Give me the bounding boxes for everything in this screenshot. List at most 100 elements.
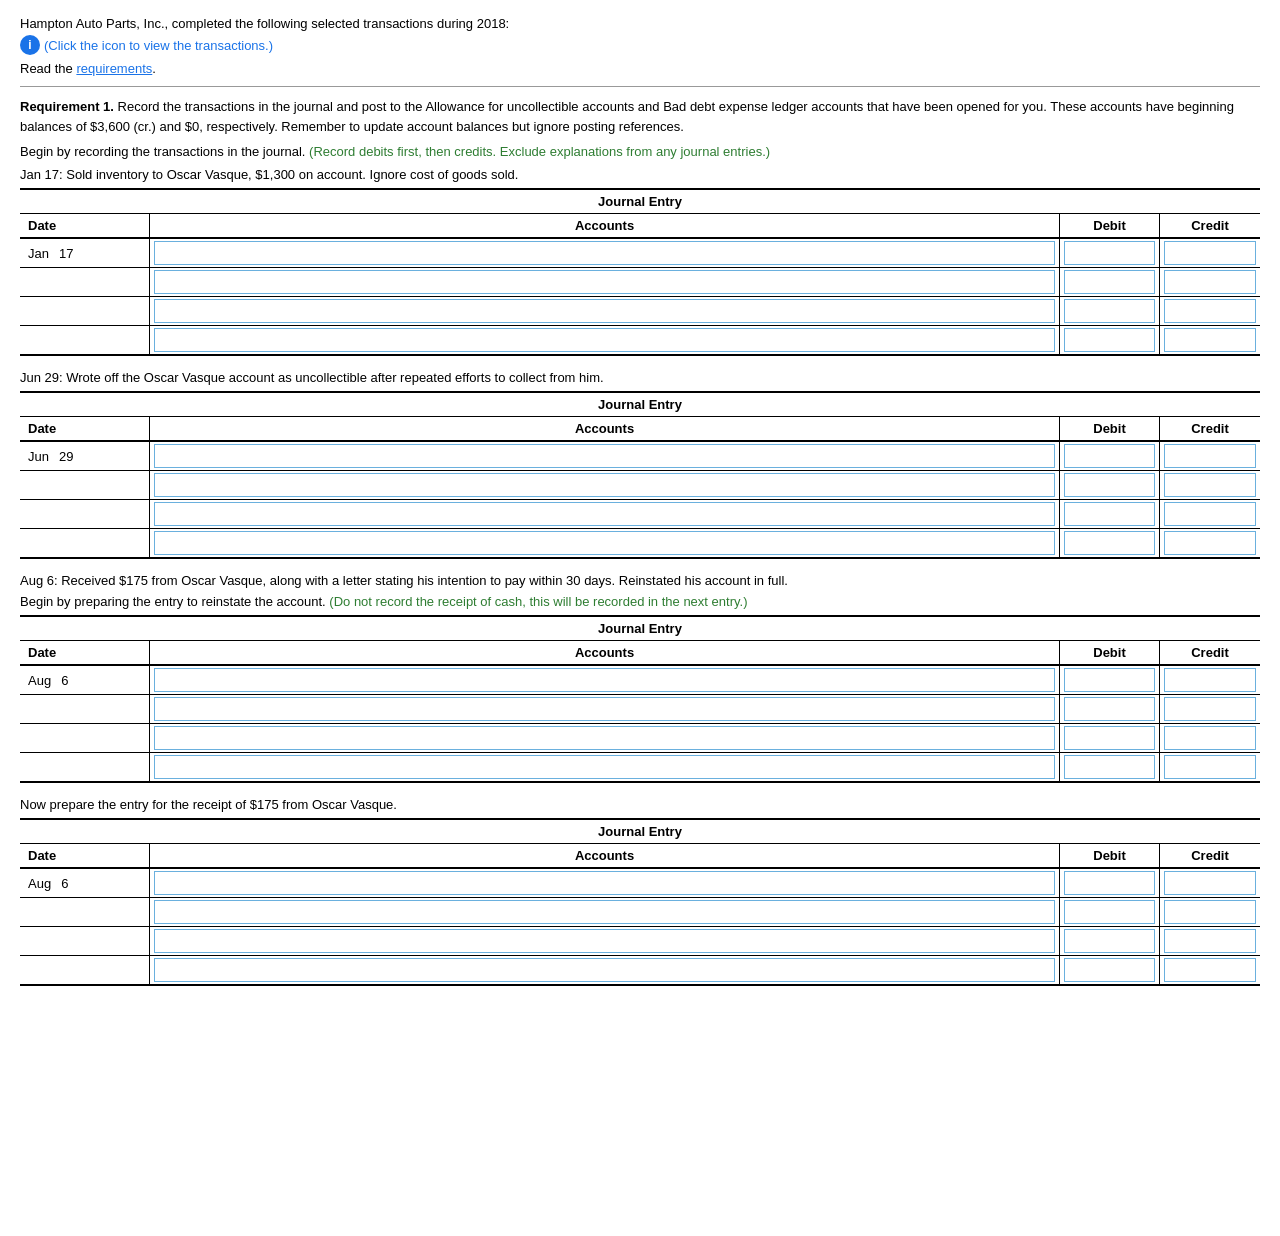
account-input-2-3[interactable] (154, 502, 1055, 526)
account-input-1-4[interactable] (154, 328, 1055, 352)
debit-cell-1-4[interactable] (1060, 326, 1160, 354)
debit-cell-3-1[interactable] (1060, 666, 1160, 694)
credit-input-4-1[interactable] (1164, 871, 1256, 895)
info-icon[interactable]: i (20, 35, 40, 55)
credit-cell-3-1[interactable] (1160, 666, 1260, 694)
credit-cell-1-4[interactable] (1160, 326, 1260, 354)
debit-cell-3-4[interactable] (1060, 753, 1160, 781)
account-cell-4-1[interactable] (150, 869, 1060, 897)
account-cell-3-1[interactable] (150, 666, 1060, 694)
account-cell-3-4[interactable] (150, 753, 1060, 781)
credit-input-1-3[interactable] (1164, 299, 1256, 323)
credit-cell-2-4[interactable] (1160, 529, 1260, 557)
account-input-2-1[interactable] (154, 444, 1055, 468)
credit-input-1-1[interactable] (1164, 241, 1256, 265)
credit-input-4-4[interactable] (1164, 958, 1256, 982)
credit-cell-1-1[interactable] (1160, 239, 1260, 267)
debit-input-4-2[interactable] (1064, 900, 1155, 924)
account-input-1-3[interactable] (154, 299, 1055, 323)
credit-input-3-4[interactable] (1164, 755, 1256, 779)
debit-input-2-4[interactable] (1064, 531, 1155, 555)
credit-input-1-4[interactable] (1164, 328, 1256, 352)
account-input-4-4[interactable] (154, 958, 1055, 982)
account-cell-1-3[interactable] (150, 297, 1060, 325)
debit-input-4-4[interactable] (1064, 958, 1155, 982)
account-cell-2-4[interactable] (150, 529, 1060, 557)
account-input-3-1[interactable] (154, 668, 1055, 692)
credit-input-2-3[interactable] (1164, 502, 1256, 526)
debit-cell-2-1[interactable] (1060, 442, 1160, 470)
account-cell-1-2[interactable] (150, 268, 1060, 296)
account-cell-1-4[interactable] (150, 326, 1060, 354)
credit-input-2-2[interactable] (1164, 473, 1256, 497)
account-input-3-3[interactable] (154, 726, 1055, 750)
debit-cell-4-1[interactable] (1060, 869, 1160, 897)
account-input-1-1[interactable] (154, 241, 1055, 265)
account-cell-2-1[interactable] (150, 442, 1060, 470)
debit-input-3-1[interactable] (1064, 668, 1155, 692)
credit-cell-4-3[interactable] (1160, 927, 1260, 955)
credit-cell-3-4[interactable] (1160, 753, 1260, 781)
account-input-2-4[interactable] (154, 531, 1055, 555)
credit-cell-2-3[interactable] (1160, 500, 1260, 528)
credit-cell-4-4[interactable] (1160, 956, 1260, 984)
credit-input-4-3[interactable] (1164, 929, 1256, 953)
credit-input-3-2[interactable] (1164, 697, 1256, 721)
debit-input-4-3[interactable] (1064, 929, 1155, 953)
credit-input-4-2[interactable] (1164, 900, 1256, 924)
account-cell-4-2[interactable] (150, 898, 1060, 926)
debit-cell-2-2[interactable] (1060, 471, 1160, 499)
debit-cell-1-2[interactable] (1060, 268, 1160, 296)
credit-cell-1-3[interactable] (1160, 297, 1260, 325)
credit-cell-3-3[interactable] (1160, 724, 1260, 752)
debit-cell-4-2[interactable] (1060, 898, 1160, 926)
credit-cell-3-2[interactable] (1160, 695, 1260, 723)
credit-input-1-2[interactable] (1164, 270, 1256, 294)
debit-input-1-4[interactable] (1064, 328, 1155, 352)
debit-input-2-2[interactable] (1064, 473, 1155, 497)
debit-input-1-1[interactable] (1064, 241, 1155, 265)
debit-input-1-3[interactable] (1064, 299, 1155, 323)
account-input-4-3[interactable] (154, 929, 1055, 953)
view-transactions-link[interactable]: (Click the icon to view the transactions… (44, 38, 273, 53)
account-cell-4-4[interactable] (150, 956, 1060, 984)
credit-input-2-1[interactable] (1164, 444, 1256, 468)
account-input-3-2[interactable] (154, 697, 1055, 721)
debit-input-2-1[interactable] (1064, 444, 1155, 468)
credit-cell-4-2[interactable] (1160, 898, 1260, 926)
debit-input-3-3[interactable] (1064, 726, 1155, 750)
account-cell-4-3[interactable] (150, 927, 1060, 955)
account-cell-2-2[interactable] (150, 471, 1060, 499)
debit-cell-2-3[interactable] (1060, 500, 1160, 528)
account-input-4-1[interactable] (154, 871, 1055, 895)
credit-input-3-1[interactable] (1164, 668, 1256, 692)
credit-cell-4-1[interactable] (1160, 869, 1260, 897)
debit-cell-3-2[interactable] (1060, 695, 1160, 723)
debit-cell-2-4[interactable] (1060, 529, 1160, 557)
date-cell-1-3 (20, 297, 150, 325)
account-cell-2-3[interactable] (150, 500, 1060, 528)
debit-cell-1-3[interactable] (1060, 297, 1160, 325)
account-input-4-2[interactable] (154, 900, 1055, 924)
debit-cell-4-4[interactable] (1060, 956, 1160, 984)
account-input-2-2[interactable] (154, 473, 1055, 497)
debit-input-3-2[interactable] (1064, 697, 1155, 721)
debit-cell-3-3[interactable] (1060, 724, 1160, 752)
credit-input-2-4[interactable] (1164, 531, 1256, 555)
credit-cell-1-2[interactable] (1160, 268, 1260, 296)
account-cell-3-3[interactable] (150, 724, 1060, 752)
account-cell-1-1[interactable] (150, 239, 1060, 267)
credit-input-3-3[interactable] (1164, 726, 1256, 750)
debit-cell-4-3[interactable] (1060, 927, 1160, 955)
debit-input-3-4[interactable] (1064, 755, 1155, 779)
account-cell-3-2[interactable] (150, 695, 1060, 723)
debit-cell-1-1[interactable] (1060, 239, 1160, 267)
account-input-3-4[interactable] (154, 755, 1055, 779)
debit-input-1-2[interactable] (1064, 270, 1155, 294)
credit-cell-2-1[interactable] (1160, 442, 1260, 470)
credit-cell-2-2[interactable] (1160, 471, 1260, 499)
requirements-link[interactable]: requirements (76, 61, 152, 76)
account-input-1-2[interactable] (154, 270, 1055, 294)
debit-input-2-3[interactable] (1064, 502, 1155, 526)
debit-input-4-1[interactable] (1064, 871, 1155, 895)
